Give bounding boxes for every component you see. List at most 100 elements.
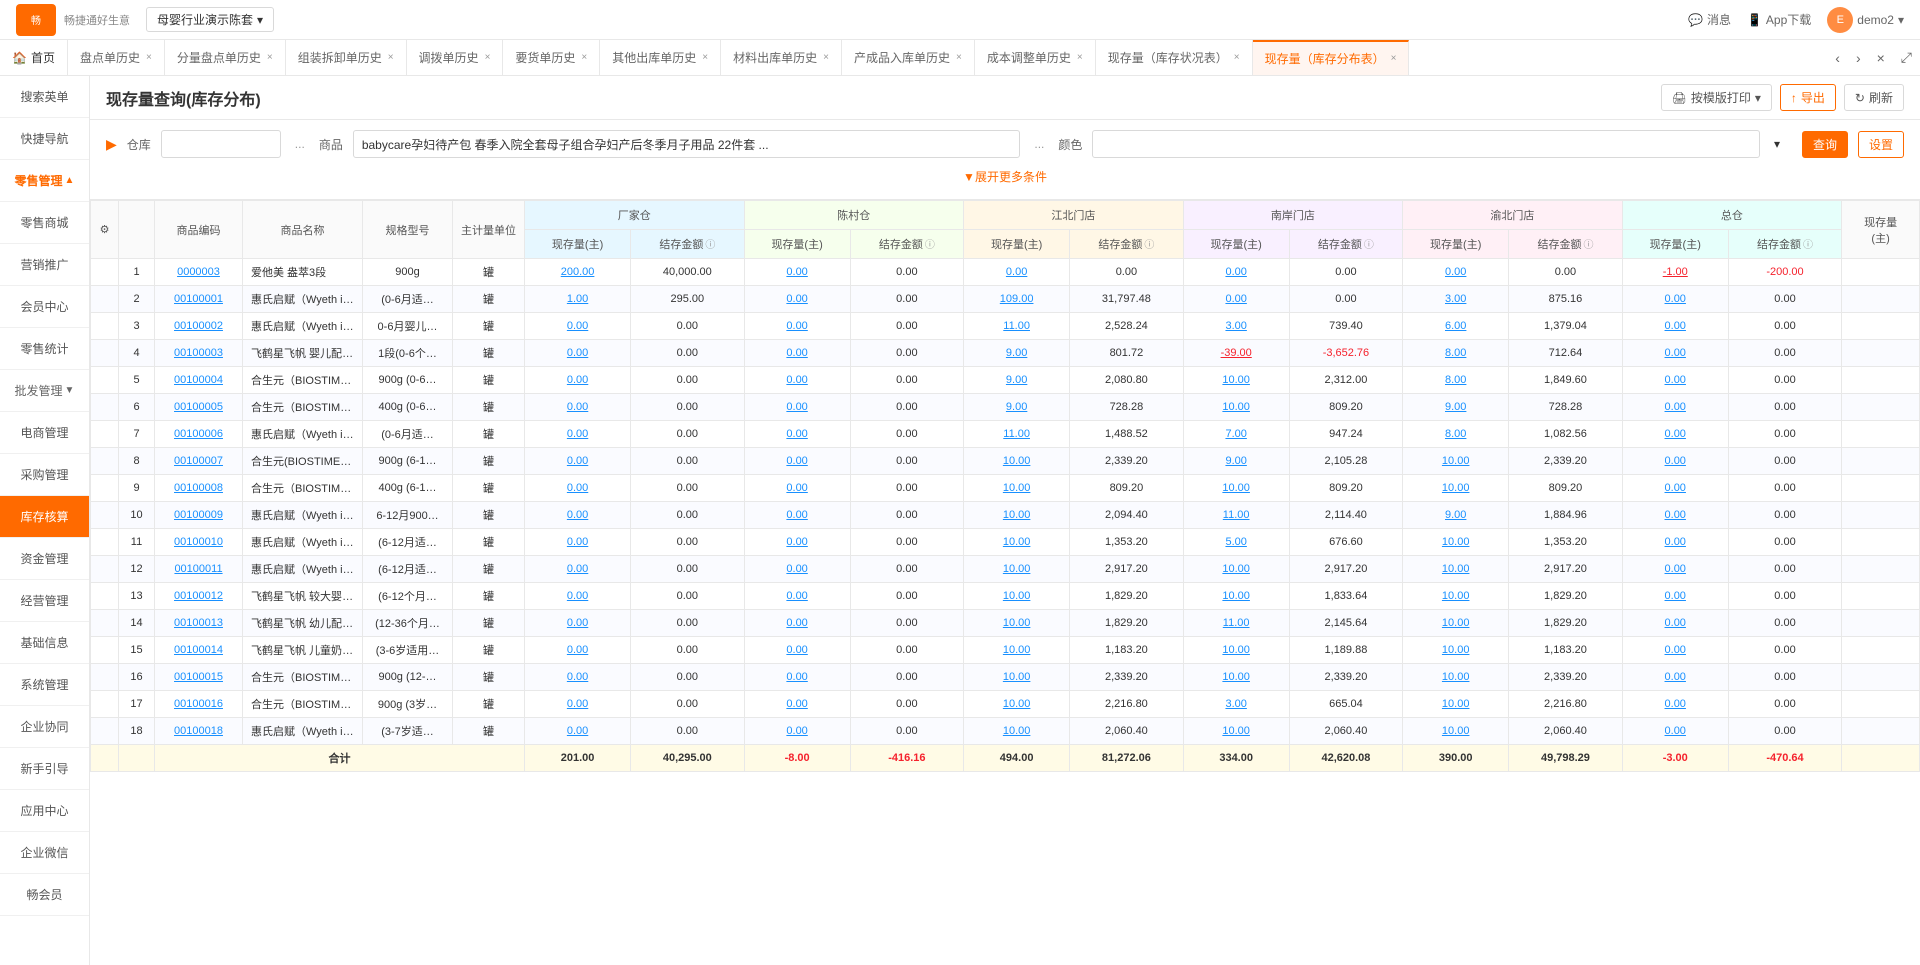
industry-selector[interactable]: 母婴行业演示陈套 ▾	[146, 7, 274, 32]
td-changjia-cur[interactable]: 0.00	[525, 529, 631, 556]
td-chencun-cur[interactable]: 0.00	[744, 583, 850, 610]
td-code[interactable]: 00100001	[155, 286, 243, 313]
td-jiangbei-cur[interactable]: 109.00	[964, 286, 1070, 313]
td-code[interactable]: 00100008	[155, 475, 243, 502]
td-nanan-cur[interactable]: 11.00	[1183, 502, 1289, 529]
close-icon[interactable]: ×	[267, 52, 273, 63]
nav-prev-icon[interactable]: ‹	[1827, 50, 1848, 66]
td-code[interactable]: 00100016	[155, 691, 243, 718]
td-chencun-cur[interactable]: 0.00	[744, 448, 850, 475]
td-changjia-cur[interactable]: 0.00	[525, 313, 631, 340]
td-chencun-cur[interactable]: 0.00	[744, 691, 850, 718]
sidebar-item-appcenter[interactable]: 应用中心	[0, 790, 89, 832]
td-jiangbei-cur[interactable]: 9.00	[964, 340, 1070, 367]
td-chencun-cur[interactable]: 0.00	[744, 475, 850, 502]
td-yubei-cur[interactable]: 8.00	[1403, 367, 1509, 394]
sidebar-item-basic-info[interactable]: 基础信息	[0, 622, 89, 664]
td-code[interactable]: 0000003	[155, 259, 243, 286]
td-code[interactable]: 00100013	[155, 610, 243, 637]
close-icon[interactable]: ×	[485, 52, 491, 63]
td-changjia-cur[interactable]: 0.00	[525, 448, 631, 475]
td-zongcang-cur[interactable]: 0.00	[1622, 475, 1728, 502]
close-icon[interactable]: ×	[702, 52, 708, 63]
td-jiangbei-cur[interactable]: 10.00	[964, 610, 1070, 637]
td-zongcang-cur[interactable]: 0.00	[1622, 529, 1728, 556]
sidebar-item-wxwork[interactable]: 企业微信	[0, 832, 89, 874]
td-zongcang-cur[interactable]: 0.00	[1622, 502, 1728, 529]
th-settings[interactable]: ⚙	[91, 201, 119, 259]
td-zongcang-cur[interactable]: 0.00	[1622, 718, 1728, 745]
td-zongcang-cur[interactable]: 0.00	[1622, 448, 1728, 475]
td-chencun-cur[interactable]: 0.00	[744, 502, 850, 529]
sidebar-item-quicknav[interactable]: 快捷导航	[0, 118, 89, 160]
print-btn[interactable]: 🖨 按模版打印 ▾	[1661, 84, 1772, 111]
warehouse-input[interactable]	[161, 130, 281, 158]
td-chencun-cur[interactable]: 0.00	[744, 718, 850, 745]
td-code[interactable]: 00100004	[155, 367, 243, 394]
close-icon[interactable]: ×	[823, 52, 829, 63]
sidebar-item-system[interactable]: 系统管理	[0, 664, 89, 706]
nav-close-icon[interactable]: ×	[1869, 50, 1893, 66]
td-jiangbei-cur[interactable]: 10.00	[964, 448, 1070, 475]
td-yubei-cur[interactable]: 10.00	[1403, 556, 1509, 583]
td-yubei-cur[interactable]: 10.00	[1403, 475, 1509, 502]
td-zongcang-cur[interactable]: -1.00	[1622, 259, 1728, 286]
td-changjia-cur[interactable]: 0.00	[525, 664, 631, 691]
td-code[interactable]: 00100009	[155, 502, 243, 529]
td-code[interactable]: 00100012	[155, 583, 243, 610]
td-chencun-cur[interactable]: 0.00	[744, 259, 850, 286]
filter-collapse-icon[interactable]: ▶	[106, 136, 117, 153]
td-yubei-cur[interactable]: 10.00	[1403, 691, 1509, 718]
td-chencun-cur[interactable]: 0.00	[744, 421, 850, 448]
td-nanan-cur[interactable]: 0.00	[1183, 259, 1289, 286]
td-changjia-cur[interactable]: 0.00	[525, 610, 631, 637]
td-nanan-cur[interactable]: 7.00	[1183, 421, 1289, 448]
sidebar-item-retail-stats[interactable]: 零售统计	[0, 328, 89, 370]
td-zongcang-cur[interactable]: 0.00	[1622, 313, 1728, 340]
td-yubei-cur[interactable]: 10.00	[1403, 448, 1509, 475]
sidebar-item-guide[interactable]: 新手引导	[0, 748, 89, 790]
td-code[interactable]: 00100003	[155, 340, 243, 367]
td-nanan-cur[interactable]: 5.00	[1183, 529, 1289, 556]
td-changjia-cur[interactable]: 1.00	[525, 286, 631, 313]
td-chencun-cur[interactable]: 0.00	[744, 394, 850, 421]
td-changjia-cur[interactable]: 0.00	[525, 421, 631, 448]
user-profile[interactable]: E demo2 ▾	[1827, 7, 1904, 33]
app-download-btn[interactable]: 📱 App下载	[1747, 11, 1811, 28]
setting-btn[interactable]: 设置	[1858, 131, 1904, 158]
td-jiangbei-cur[interactable]: 10.00	[964, 475, 1070, 502]
close-icon[interactable]: ×	[1077, 52, 1083, 63]
td-jiangbei-cur[interactable]: 10.00	[964, 691, 1070, 718]
td-zongcang-cur[interactable]: 0.00	[1622, 610, 1728, 637]
td-nanan-cur[interactable]: 10.00	[1183, 556, 1289, 583]
td-zongcang-cur[interactable]: 0.00	[1622, 286, 1728, 313]
td-jiangbei-cur[interactable]: 10.00	[964, 637, 1070, 664]
nav-next-icon[interactable]: ›	[1848, 50, 1869, 66]
tab-yaohuo[interactable]: 要货单历史 ×	[503, 40, 600, 76]
td-changjia-cur[interactable]: 0.00	[525, 583, 631, 610]
sidebar-item-marketing[interactable]: 营销推广	[0, 244, 89, 286]
td-yubei-cur[interactable]: 6.00	[1403, 313, 1509, 340]
expand-toggle[interactable]: ▼ 展开更多条件	[106, 164, 1904, 189]
sidebar-item-vip[interactable]: 畅会员	[0, 874, 89, 916]
td-nanan-cur[interactable]: 9.00	[1183, 448, 1289, 475]
td-yubei-cur[interactable]: 10.00	[1403, 583, 1509, 610]
goods-input[interactable]	[353, 130, 1021, 158]
td-nanan-cur[interactable]: 3.00	[1183, 691, 1289, 718]
query-btn[interactable]: 查询	[1802, 131, 1848, 158]
td-zongcang-cur[interactable]: 0.00	[1622, 583, 1728, 610]
td-yubei-cur[interactable]: 9.00	[1403, 502, 1509, 529]
td-chencun-cur[interactable]: 0.00	[744, 664, 850, 691]
color-dropdown-icon[interactable]: ▾	[1774, 137, 1780, 151]
td-zongcang-cur[interactable]: 0.00	[1622, 367, 1728, 394]
sidebar-item-enterprise[interactable]: 企业协同	[0, 706, 89, 748]
close-icon[interactable]: ×	[956, 52, 962, 63]
sidebar-item-ecommerce[interactable]: 电商管理	[0, 412, 89, 454]
tab-diaob[interactable]: 调拨单历史 ×	[407, 40, 504, 76]
td-nanan-cur[interactable]: 10.00	[1183, 583, 1289, 610]
td-yubei-cur[interactable]: 10.00	[1403, 529, 1509, 556]
td-changjia-cur[interactable]: 0.00	[525, 718, 631, 745]
td-code[interactable]: 00100018	[155, 718, 243, 745]
td-jiangbei-cur[interactable]: 0.00	[964, 259, 1070, 286]
color-input[interactable]	[1092, 130, 1760, 158]
